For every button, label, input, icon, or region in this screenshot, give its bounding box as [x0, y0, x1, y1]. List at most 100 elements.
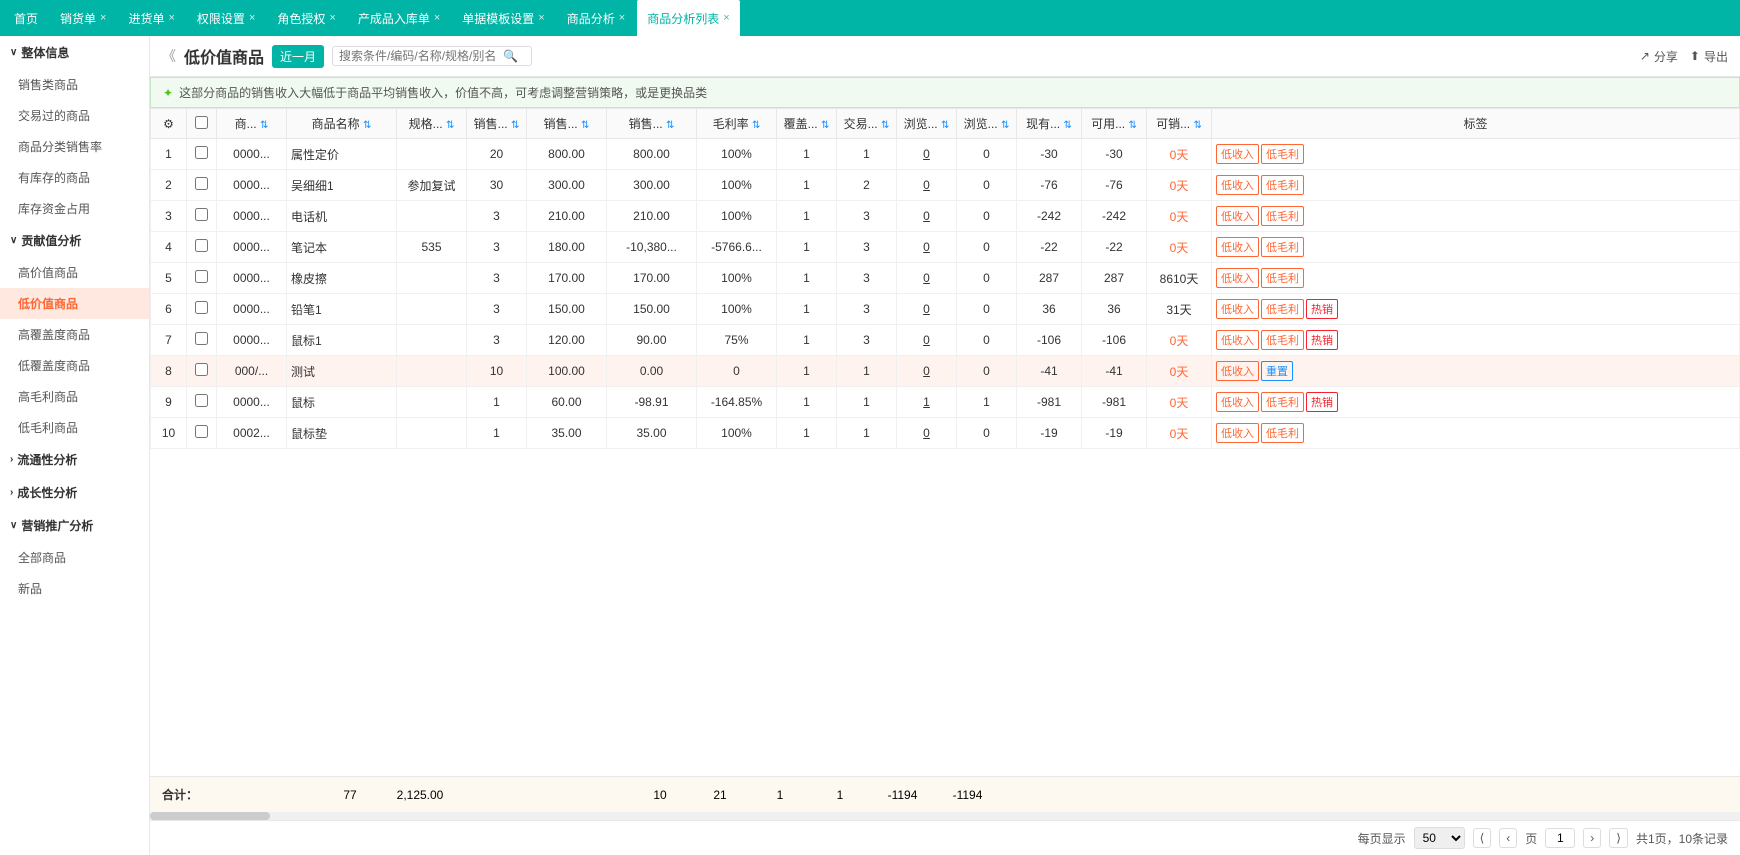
nav-product-warehouse[interactable]: 产成品入库单 × — [348, 0, 450, 36]
row-checkbox[interactable] — [195, 208, 208, 221]
sidebar-item-inventory-funds[interactable]: 库存资金占用 — [0, 193, 149, 224]
close-icon[interactable]: × — [538, 12, 544, 24]
row-browse1-link[interactable]: 0 — [923, 302, 930, 316]
row-checkbox[interactable] — [195, 332, 208, 345]
sidebar-group-overall[interactable]: ∨ 整体信息 — [0, 36, 149, 69]
row-browse1-link[interactable]: 0 — [923, 271, 930, 285]
col-settings[interactable]: ⚙ — [151, 109, 187, 139]
tag-item: 低收入 — [1216, 361, 1259, 381]
search-icon[interactable]: 🔍 — [503, 49, 518, 63]
horizontal-scrollbar[interactable] — [150, 812, 1740, 820]
col-browse2[interactable]: 浏览... ⇅ — [957, 109, 1017, 139]
col-margin[interactable]: 毛利率 ⇅ — [697, 109, 777, 139]
row-browse1-link[interactable]: 0 — [923, 240, 930, 254]
col-coverage[interactable]: 覆盖... ⇅ — [777, 109, 837, 139]
row-browse1-link[interactable]: 0 — [923, 209, 930, 223]
col-sales2[interactable]: 销售... ⇅ — [527, 109, 607, 139]
tag-item: 热销 — [1306, 392, 1338, 412]
col-trade[interactable]: 交易... ⇅ — [837, 109, 897, 139]
sidebar-item-high-margin[interactable]: 高毛利商品 — [0, 381, 149, 412]
date-filter-button[interactable]: 近一月 — [272, 45, 324, 68]
close-icon[interactable]: × — [329, 12, 335, 24]
close-icon[interactable]: × — [619, 12, 625, 24]
sidebar-item-category-rate[interactable]: 商品分类销售率 — [0, 131, 149, 162]
sidebar-item-low-margin[interactable]: 低毛利商品 — [0, 412, 149, 443]
col-name[interactable]: 商品名称 ⇅ — [287, 109, 397, 139]
row-checkbox[interactable] — [195, 177, 208, 190]
col-available[interactable]: 可用... ⇅ — [1082, 109, 1147, 139]
row-browse1-link[interactable]: 0 — [923, 147, 930, 161]
scrollbar-thumb[interactable] — [150, 812, 270, 820]
row-browse1-link[interactable]: 0 — [923, 178, 930, 192]
sidebar-item-low-value[interactable]: 低价值商品 — [0, 288, 149, 319]
sidebar-item-traded-products[interactable]: 交易过的商品 — [0, 100, 149, 131]
col-checkbox[interactable] — [187, 109, 217, 139]
nav-purchase-order[interactable]: 进货单 × — [118, 0, 184, 36]
col-sales3[interactable]: 销售... ⇅ — [607, 109, 697, 139]
sidebar-item-new-products[interactable]: 新品 — [0, 573, 149, 604]
col-current[interactable]: 现有... ⇅ — [1017, 109, 1082, 139]
sidebar-item-all-products[interactable]: 全部商品 — [0, 542, 149, 573]
close-icon[interactable]: × — [723, 12, 729, 24]
row-num: 7 — [151, 325, 187, 356]
prev-page-button[interactable]: ‹ — [1499, 828, 1517, 848]
row-checkbox[interactable] — [195, 270, 208, 283]
sidebar-group-liquidity[interactable]: › 流通性分析 — [0, 443, 149, 476]
col-spec[interactable]: 规格... ⇅ — [397, 109, 467, 139]
page-size-select[interactable]: 50 100 200 — [1414, 827, 1465, 849]
nav-permission-settings[interactable]: 权限设置 × — [187, 0, 265, 36]
close-icon[interactable]: × — [434, 12, 440, 24]
col-browse1[interactable]: 浏览... ⇅ — [897, 109, 957, 139]
row-coverage: 1 — [777, 170, 837, 201]
row-coverage: 1 — [777, 418, 837, 449]
row-browse1-link[interactable]: 0 — [923, 426, 930, 440]
sidebar-item-high-value[interactable]: 高价值商品 — [0, 257, 149, 288]
page-number-input[interactable] — [1545, 828, 1575, 848]
sidebar-group-marketing[interactable]: ∨ 营销推广分析 — [0, 509, 149, 542]
sidebar-item-sales-products[interactable]: 销售类商品 — [0, 69, 149, 100]
row-code: 0000... — [217, 232, 287, 263]
row-checkbox[interactable] — [195, 425, 208, 438]
close-icon[interactable]: × — [100, 12, 106, 24]
nav-product-analysis[interactable]: 商品分析 × — [557, 0, 635, 36]
sidebar-group-growth[interactable]: › 成长性分析 — [0, 476, 149, 509]
select-all-checkbox[interactable] — [195, 116, 208, 129]
nav-home[interactable]: 首页 — [4, 0, 48, 36]
next-page-button[interactable]: › — [1583, 828, 1601, 848]
row-checkbox[interactable] — [195, 394, 208, 407]
row-browse1-link[interactable]: 0 — [923, 333, 930, 347]
col-saleable[interactable]: 可销... ⇅ — [1147, 109, 1212, 139]
close-icon[interactable]: × — [168, 12, 174, 24]
sidebar-item-low-coverage[interactable]: 低覆盖度商品 — [0, 350, 149, 381]
first-page-button[interactable]: ⟨ — [1473, 828, 1492, 848]
search-input[interactable] — [339, 49, 499, 63]
tag-item: 热销 — [1306, 330, 1338, 350]
col-sales1[interactable]: 销售... ⇅ — [467, 109, 527, 139]
export-button[interactable]: ⬆ 导出 — [1690, 48, 1728, 65]
nav-sales-order[interactable]: 销货单 × — [50, 0, 116, 36]
sidebar-item-stock-products[interactable]: 有库存的商品 — [0, 162, 149, 193]
tag-item: 低收入 — [1216, 423, 1259, 443]
close-icon[interactable]: × — [249, 12, 255, 24]
row-spec: 参加复试 — [397, 170, 467, 201]
row-checkbox[interactable] — [195, 239, 208, 252]
row-available-stock: -22 — [1082, 232, 1147, 263]
sidebar-item-high-coverage[interactable]: 高覆盖度商品 — [0, 319, 149, 350]
nav-role-auth[interactable]: 角色授权 × — [267, 0, 345, 36]
row-checkbox[interactable] — [195, 146, 208, 159]
nav-product-analysis-list[interactable]: 商品分析列表 × — [637, 0, 739, 36]
sidebar-collapse-btn[interactable]: 《 — [162, 46, 176, 66]
share-button[interactable]: ↗ 分享 — [1640, 48, 1678, 65]
row-checkbox[interactable] — [195, 301, 208, 314]
tag-item: 低毛利 — [1261, 423, 1304, 443]
row-browse1-link[interactable]: 0 — [923, 364, 930, 378]
sidebar-group-contribution[interactable]: ∨ 贡献值分析 — [0, 224, 149, 257]
col-code[interactable]: 商... ⇅ — [217, 109, 287, 139]
row-sales-profit: 800.00 — [607, 139, 697, 170]
table-row: 50000...橡皮擦3170.00170.00100%130028728786… — [151, 263, 1740, 294]
last-page-button[interactable]: ⟩ — [1609, 828, 1628, 848]
nav-template-settings[interactable]: 单据模板设置 × — [452, 0, 554, 36]
row-current-stock: -41 — [1017, 356, 1082, 387]
row-browse1-link[interactable]: 1 — [923, 395, 930, 409]
row-checkbox[interactable] — [195, 363, 208, 376]
